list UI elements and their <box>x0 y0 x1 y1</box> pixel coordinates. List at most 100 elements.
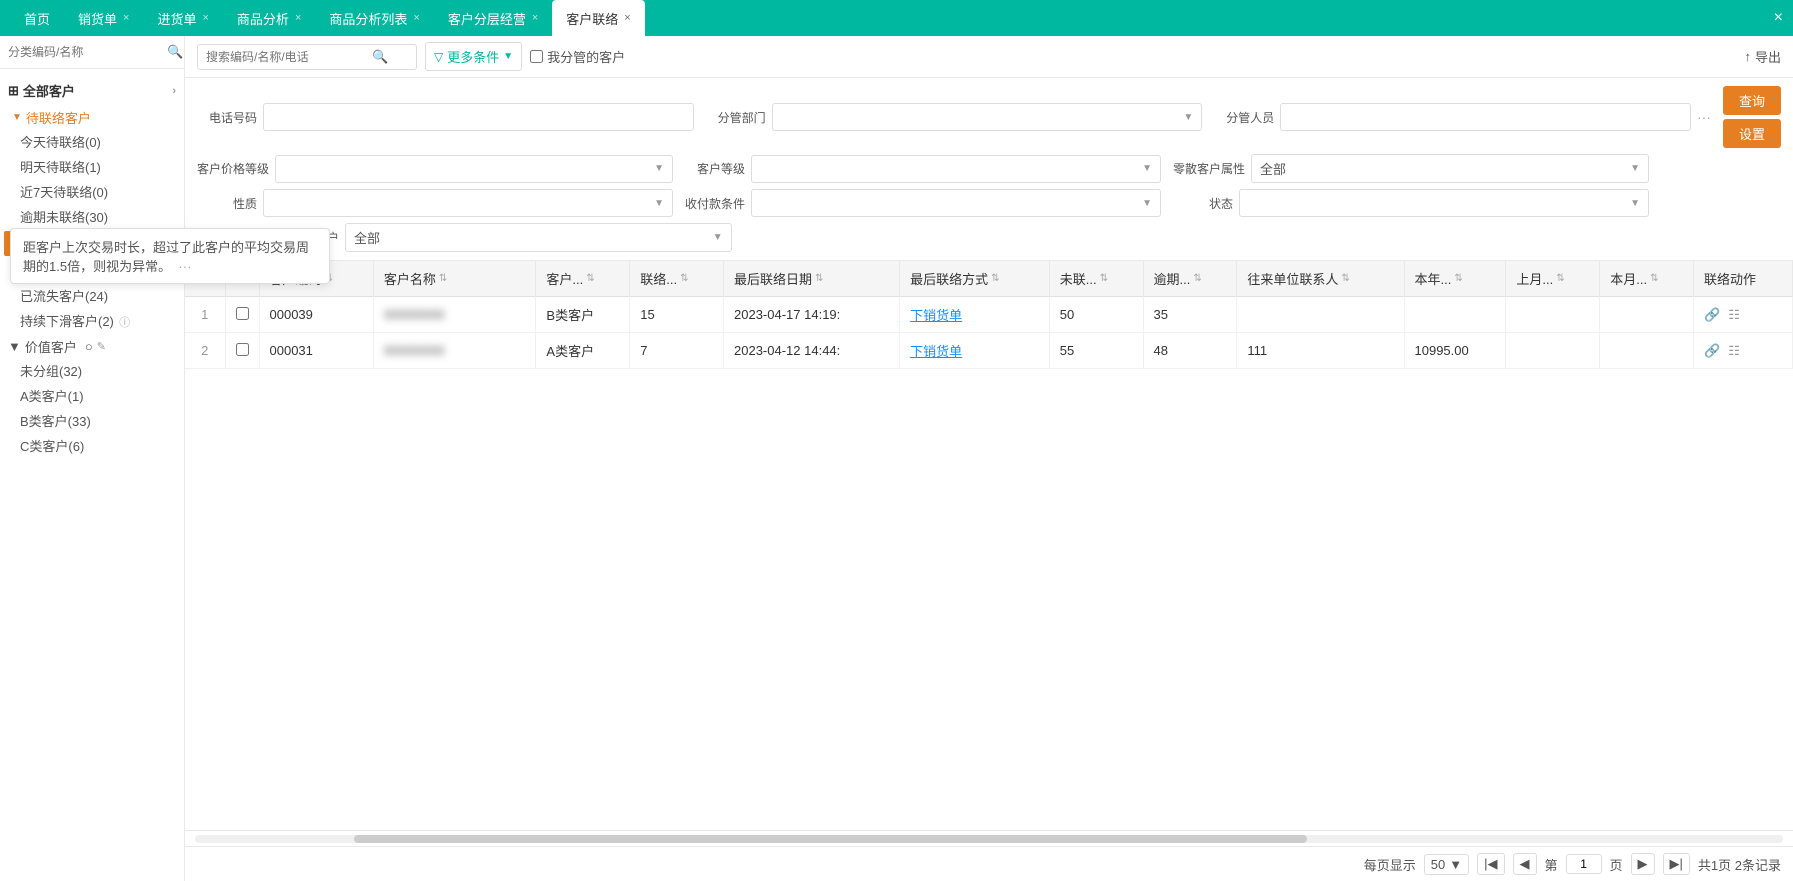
dept-label: 分管部门 <box>706 109 766 126</box>
search-submit-icon[interactable]: 🔍 <box>372 49 388 65</box>
td-last-contact-method[interactable]: 下销货单 <box>900 333 1050 369</box>
sidebar-root-all-customers[interactable]: ⊞ 全部客户 › <box>0 77 184 104</box>
query-button[interactable]: 查询 <box>1723 86 1781 115</box>
my-customers-checkbox[interactable] <box>530 50 543 63</box>
sort-overdue-icon[interactable]: ⇅ <box>1193 273 1201 284</box>
retail-customer-chevron-icon: ▼ <box>713 232 723 243</box>
first-page-btn[interactable]: |◀ <box>1477 853 1504 875</box>
sidebar-item-churned[interactable]: 已流失客户(24) <box>0 283 184 308</box>
search-input[interactable] <box>206 50 366 64</box>
status-select[interactable]: ▼ <box>1239 189 1649 217</box>
my-customers-checkbox-label[interactable]: 我分管的客户 <box>530 47 625 66</box>
contact-method-link[interactable]: 下销货单 <box>910 344 962 359</box>
sidebar-search-area: 🔍 <box>0 36 184 69</box>
close-nav-customer-contact-icon[interactable]: × <box>624 12 630 24</box>
prev-page-btn[interactable]: ◀ <box>1513 853 1537 875</box>
tooltip-more-icon[interactable]: ··· <box>178 259 184 274</box>
per-page-label: 每页显示 <box>1364 855 1416 874</box>
nav-home[interactable]: 首页 <box>10 0 64 36</box>
sidebar-item-class-a[interactable]: A类客户(1) <box>0 383 184 408</box>
td-action[interactable]: 🔗☷ <box>1694 333 1793 369</box>
sidebar-item-today-pending[interactable]: 今天待联络(0) <box>0 129 184 154</box>
total-records-label: 共1页 2条记录 <box>1698 855 1781 874</box>
export-button[interactable]: ↑ 导出 <box>1744 47 1781 66</box>
sidebar-section-value-customers[interactable]: ▼ 价值客户 ○ ✎ <box>0 333 184 358</box>
sidebar-item-tomorrow-pending[interactable]: 明天待联络(1) <box>0 154 184 179</box>
nav-sales[interactable]: 销货单 × <box>64 0 143 36</box>
gender-label: 性质 <box>197 195 257 212</box>
close-nav-purchase-icon[interactable]: × <box>202 12 208 24</box>
sidebar-search-icon[interactable]: 🔍 <box>167 44 183 60</box>
customer-level-select[interactable]: ▼ <box>751 155 1161 183</box>
sort-last-contact-method-icon[interactable]: ⇅ <box>991 273 999 284</box>
sidebar-item-unclassified[interactable]: 未分组(32) <box>0 358 184 383</box>
sort-name-icon[interactable]: ⇅ <box>439 273 447 284</box>
more-conditions-btn[interactable]: ▽ 更多条件 ▼ <box>425 42 522 71</box>
sort-last-month-icon[interactable]: ⇅ <box>1556 273 1564 284</box>
contact-method-link[interactable]: 下销货单 <box>910 308 962 323</box>
sort-unit-contact-icon[interactable]: ⇅ <box>1341 273 1349 284</box>
close-nav-product-analysis-icon[interactable]: × <box>295 12 301 24</box>
page-size-select[interactable]: 50 ▼ <box>1424 854 1469 875</box>
close-nav-sales-icon[interactable]: × <box>123 12 129 24</box>
td-overdue: 48 <box>1143 333 1237 369</box>
sidebar-search-input[interactable] <box>8 45 163 59</box>
gender-select[interactable]: ▼ <box>263 189 673 217</box>
phone-input[interactable] <box>263 103 694 131</box>
td-action[interactable]: 🔗☷ <box>1694 297 1793 333</box>
td-last-contact-method[interactable]: 下销货单 <box>900 297 1050 333</box>
th-this-year: 本年... ⇅ <box>1404 261 1506 297</box>
next-page-btn[interactable]: ▶ <box>1631 853 1655 875</box>
sidebar-item-class-b[interactable]: B类客户(33) <box>0 408 184 433</box>
settings-button[interactable]: 设置 <box>1723 119 1781 148</box>
nav-customer-contact[interactable]: 客户联络 × <box>552 0 644 36</box>
th-type: 客户... ⇅ <box>536 261 630 297</box>
sidebar-item-7days-pending[interactable]: 近7天待联络(0) <box>0 179 184 204</box>
nav-product-analysis[interactable]: 商品分析 × <box>223 0 315 36</box>
retail-customer-select[interactable]: 全部 ▼ <box>345 223 732 252</box>
nav-purchase[interactable]: 进货单 × <box>143 0 222 36</box>
edit-icon[interactable]: ✎ <box>97 340 106 353</box>
sidebar-item-declining[interactable]: 持续下滑客户(2) ⓘ <box>0 308 184 333</box>
td-checkbox[interactable] <box>225 297 259 333</box>
th-name-label: 客户名称 <box>384 269 436 288</box>
th-unit-contact: 往来单位联系人 ⇅ <box>1237 261 1404 297</box>
nav-product-analysis-list[interactable]: 商品分析列表 × <box>315 0 433 36</box>
person-dots-icon[interactable]: ··· <box>1697 109 1711 125</box>
action-link-icon[interactable]: 🔗 <box>1704 307 1720 323</box>
sort-type-icon[interactable]: ⇅ <box>586 273 594 284</box>
horizontal-scrollbar[interactable] <box>185 830 1793 846</box>
td-uncontacted: 55 <box>1049 333 1143 369</box>
retail-attr-chevron-icon: ▼ <box>1630 163 1640 174</box>
th-this-month: 本月... ⇅ <box>1600 261 1694 297</box>
scrollbar-thumb[interactable] <box>354 835 1307 843</box>
person-select[interactable] <box>1280 103 1691 131</box>
sidebar-section-pending[interactable]: ▼ 待联络客户 <box>0 104 184 129</box>
customer-table: ⚙ 客户编码 ⇅ 客户名称 <box>185 261 1793 369</box>
sort-this-year-icon[interactable]: ⇅ <box>1454 273 1462 284</box>
close-nav-product-analysis-list-icon[interactable]: × <box>413 12 419 24</box>
page-input[interactable] <box>1566 854 1602 874</box>
price-level-select[interactable]: ▼ <box>275 155 673 183</box>
nav-customer-tier[interactable]: 客户分层经营 × <box>434 0 552 36</box>
th-last-contact-date: 最后联络日期 ⇅ <box>724 261 900 297</box>
action-grid-icon[interactable]: ☷ <box>1728 343 1740 359</box>
sort-last-contact-date-icon[interactable]: ⇅ <box>815 273 823 284</box>
page-size-chevron-icon: ▼ <box>1449 857 1462 872</box>
td-checkbox[interactable] <box>225 333 259 369</box>
payment-select[interactable]: ▼ <box>751 189 1161 217</box>
action-grid-icon[interactable]: ☷ <box>1728 307 1740 323</box>
sidebar-item-overdue-uncontacted[interactable]: 逾期未联络(30) <box>0 204 184 229</box>
sort-contact-icon[interactable]: ⇅ <box>680 273 688 284</box>
last-page-btn[interactable]: ▶| <box>1663 853 1690 875</box>
dept-select[interactable]: ▼ <box>772 103 1203 131</box>
action-link-icon[interactable]: 🔗 <box>1704 343 1720 359</box>
close-nav-customer-tier-icon[interactable]: × <box>532 12 538 24</box>
sidebar-item-class-c[interactable]: C类客户(6) <box>0 433 184 458</box>
sort-this-month-icon[interactable]: ⇅ <box>1650 273 1658 284</box>
window-close-icon[interactable]: × <box>1774 9 1783 27</box>
retail-attr-select[interactable]: 全部 ▼ <box>1251 154 1649 183</box>
filter-icon: ▽ <box>434 50 443 64</box>
td-this-month <box>1600 333 1694 369</box>
sort-uncontacted-icon[interactable]: ⇅ <box>1100 273 1108 284</box>
